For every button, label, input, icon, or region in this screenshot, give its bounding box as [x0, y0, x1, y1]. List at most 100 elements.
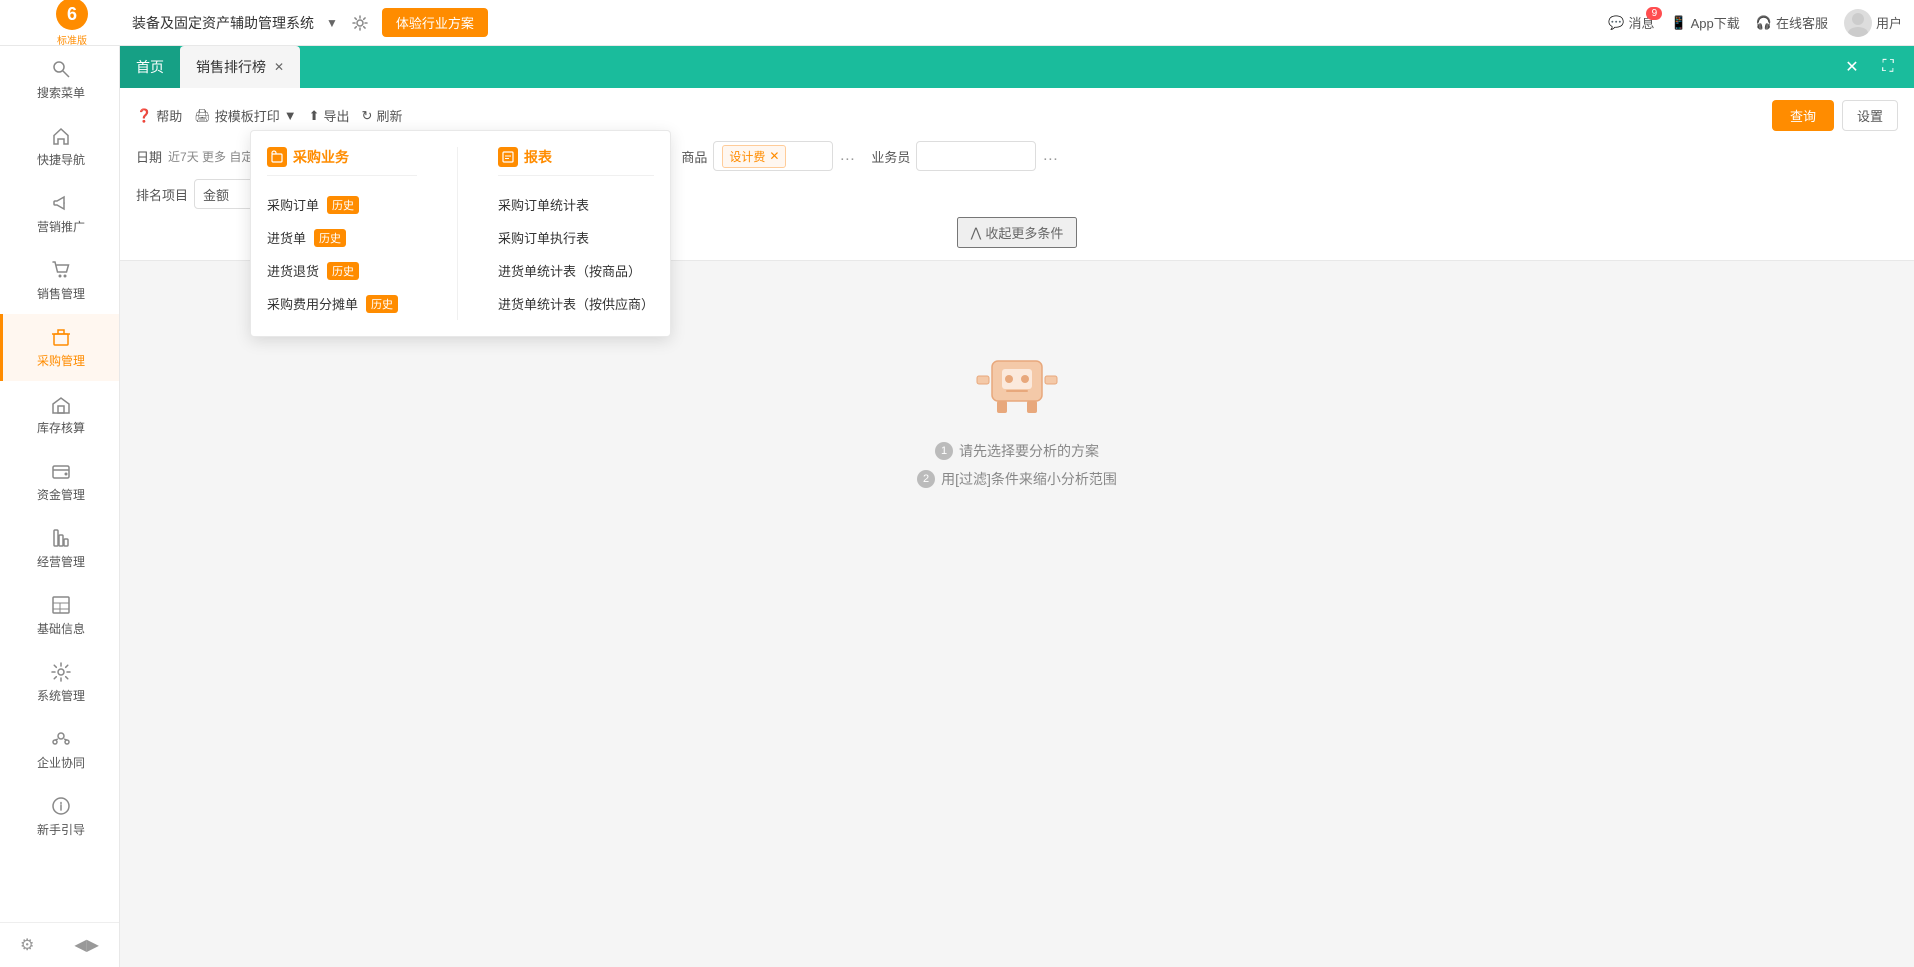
system-dropdown-btn[interactable]: ▼	[326, 16, 338, 30]
app-download-label: App下载	[1691, 13, 1740, 32]
report-supplier-stats-label: 进货单统计表（按供应商）	[498, 294, 654, 313]
sidebar-item-basic[interactable]: 基础信息	[0, 582, 119, 649]
purchase-order-history-badge: 历史	[327, 196, 359, 214]
salesman-input[interactable]	[916, 141, 1036, 171]
sidebar-item-system[interactable]: 系统管理	[0, 649, 119, 716]
goods-tag-text: 设计费	[729, 148, 765, 165]
filters-top: ❓ 帮助 🖨 按模板打印 ▼ ⬆ 导出 ↻	[136, 100, 1898, 131]
sidebar-funds-label: 资金管理	[37, 486, 85, 503]
sidebar-item-operation[interactable]: 经营管理	[0, 515, 119, 582]
guide-icon	[50, 795, 72, 817]
sidebar-item-quick-nav[interactable]: 快捷导航	[0, 113, 119, 180]
sidebar: 搜索菜单 快捷导航 营销推广 销售管理 采购管理	[0, 46, 120, 967]
dropdown-col-purchase: 采购业务 采购订单 历史 进货单 历史 进货退货 历史	[267, 147, 417, 320]
dropdown-report-goods-stats[interactable]: 进货单统计表（按商品）	[498, 254, 654, 287]
user-menu-btn[interactable]: 用户	[1844, 9, 1902, 37]
sidebar-quick-nav-label: 快捷导航	[37, 151, 85, 168]
dropdown-report-order-exec[interactable]: 采购订单执行表	[498, 221, 654, 254]
box-icon	[50, 326, 72, 348]
message-icon: 💬	[1608, 15, 1624, 31]
empty-hint-2: 2 用[过滤]条件来缩小分析范围	[917, 469, 1117, 489]
query-btn[interactable]: 查询	[1772, 100, 1834, 131]
industry-btn[interactable]: 体验行业方案	[382, 8, 488, 37]
refresh-label: 刷新	[376, 106, 402, 125]
dropdown-report-supplier-stats[interactable]: 进货单统计表（按供应商）	[498, 287, 654, 320]
export-label: 导出	[324, 106, 350, 125]
salesman-dots[interactable]: …	[1042, 147, 1058, 165]
sidebar-item-marketing[interactable]: 营销推广	[0, 180, 119, 247]
purchase-col-icon	[267, 147, 287, 167]
sidebar-settings-btn[interactable]: ⚙	[20, 935, 34, 955]
tab-sales-rank[interactable]: 销售排行榜 ✕	[180, 46, 300, 88]
export-btn[interactable]: ⬆ 导出	[309, 106, 350, 125]
dropdown-col-report: 报表 采购订单统计表 采购订单执行表 进货单统计表（按商品） 进货单统计表（按供…	[498, 147, 654, 320]
dropdown-col2-title: 报表	[498, 147, 654, 176]
tab-close-btn[interactable]: ✕	[274, 60, 284, 74]
refresh-btn[interactable]: ↻ 刷新	[362, 106, 403, 125]
help-btn[interactable]: ❓ 帮助	[136, 106, 182, 125]
refresh-icon: ↻	[362, 108, 373, 124]
print-label: 按模板打印	[215, 106, 280, 125]
salesman-label: 业务员	[871, 147, 910, 166]
toolbar-right: ❓ 帮助 🖨 按模板打印 ▼ ⬆ 导出 ↻	[136, 106, 402, 125]
purchase-return-label: 进货退货	[267, 261, 319, 280]
sidebar-inventory-label: 库存核算	[37, 419, 85, 436]
date-label: 日期	[136, 147, 162, 166]
goods-input[interactable]: 设计费 ✕	[713, 141, 833, 171]
goods-tag-close[interactable]: ✕	[769, 149, 779, 163]
wallet-icon	[50, 460, 72, 482]
sidebar-purchase-label: 采购管理	[37, 352, 85, 369]
sidebar-guide-label: 新手引导	[37, 821, 85, 838]
header-nav: 装备及固定资产辅助管理系统 ▼ 体验行业方案	[132, 8, 1608, 37]
collapse-label: 收起更多条件	[985, 223, 1063, 242]
logo-icon: 6	[56, 0, 88, 30]
dropdown-purchase-return[interactable]: 进货退货 历史	[267, 254, 417, 287]
sidebar-collapse-btn[interactable]: ◀▶	[74, 935, 99, 955]
sidebar-item-funds[interactable]: 资金管理	[0, 448, 119, 515]
sidebar-item-search[interactable]: 搜索菜单	[0, 46, 119, 113]
purchase-order-label: 采购订单	[267, 195, 319, 214]
print-btn[interactable]: 🖨 按模板打印 ▼	[194, 106, 296, 125]
dropdown-purchase-order[interactable]: 采购订单 历史	[267, 188, 417, 221]
print-dropdown-icon: ▼	[284, 108, 297, 123]
message-btn[interactable]: 💬 消息 9	[1608, 13, 1654, 32]
sidebar-item-purchase[interactable]: 采购管理	[0, 314, 119, 381]
app-download-btn[interactable]: 📱 App下载	[1670, 13, 1739, 32]
sidebar-enterprise-label: 企业协同	[37, 754, 85, 771]
sidebar-system-label: 系统管理	[37, 687, 85, 704]
sidebar-item-inventory[interactable]: 库存核算	[0, 381, 119, 448]
collapse-btn[interactable]: ⋀ 收起更多条件	[957, 217, 1078, 248]
sidebar-sales-label: 销售管理	[37, 285, 85, 302]
goods-label: 商品	[681, 147, 707, 166]
dropdown-report-order-stats[interactable]: 采购订单统计表	[498, 188, 654, 221]
dropdown-col1-title: 采购业务	[267, 147, 417, 176]
export-icon: ⬆	[309, 108, 320, 124]
table-icon	[50, 594, 72, 616]
purchase-goods-label: 进货单	[267, 228, 306, 247]
tab-maximize-btn[interactable]: ⛶	[1874, 53, 1902, 81]
megaphone-icon	[50, 192, 72, 214]
step-2-num: 2	[917, 470, 935, 488]
collapse-up-icon: ⋀	[971, 225, 982, 241]
sidebar-item-guide[interactable]: 新手引导	[0, 783, 119, 850]
dropdown-purchase-expense[interactable]: 采购费用分摊单 历史	[267, 287, 417, 320]
main-layout: 搜索菜单 快捷导航 营销推广 销售管理 采购管理	[0, 46, 1914, 967]
tab-home-label: 首页	[136, 57, 164, 77]
logo-area: 6 标准版	[12, 0, 132, 47]
hint-1-text: 请先选择要分析的方案	[959, 441, 1099, 461]
tab-home[interactable]: 首页	[120, 46, 180, 88]
sidebar-item-enterprise[interactable]: 企业协同	[0, 716, 119, 783]
search-icon	[50, 58, 72, 80]
home-icon	[50, 125, 72, 147]
settings-btn[interactable]: 设置	[1842, 100, 1898, 131]
dropdown-purchase-goods[interactable]: 进货单 历史	[267, 221, 417, 254]
header-right: 💬 消息 9 📱 App下载 🎧 在线客服 用户	[1608, 9, 1902, 37]
hint-2-text: 用[过滤]条件来缩小分析范围	[941, 469, 1117, 489]
headset-icon: 🎧	[1756, 15, 1772, 31]
goods-dots[interactable]: …	[839, 147, 855, 165]
sidebar-search-label: 搜索菜单	[37, 84, 85, 101]
online-service-btn[interactable]: 🎧 在线客服	[1756, 13, 1828, 32]
header-settings-btn[interactable]	[346, 9, 374, 37]
tab-close-window-btn[interactable]: ✕	[1838, 53, 1866, 81]
sidebar-item-sales[interactable]: 销售管理	[0, 247, 119, 314]
